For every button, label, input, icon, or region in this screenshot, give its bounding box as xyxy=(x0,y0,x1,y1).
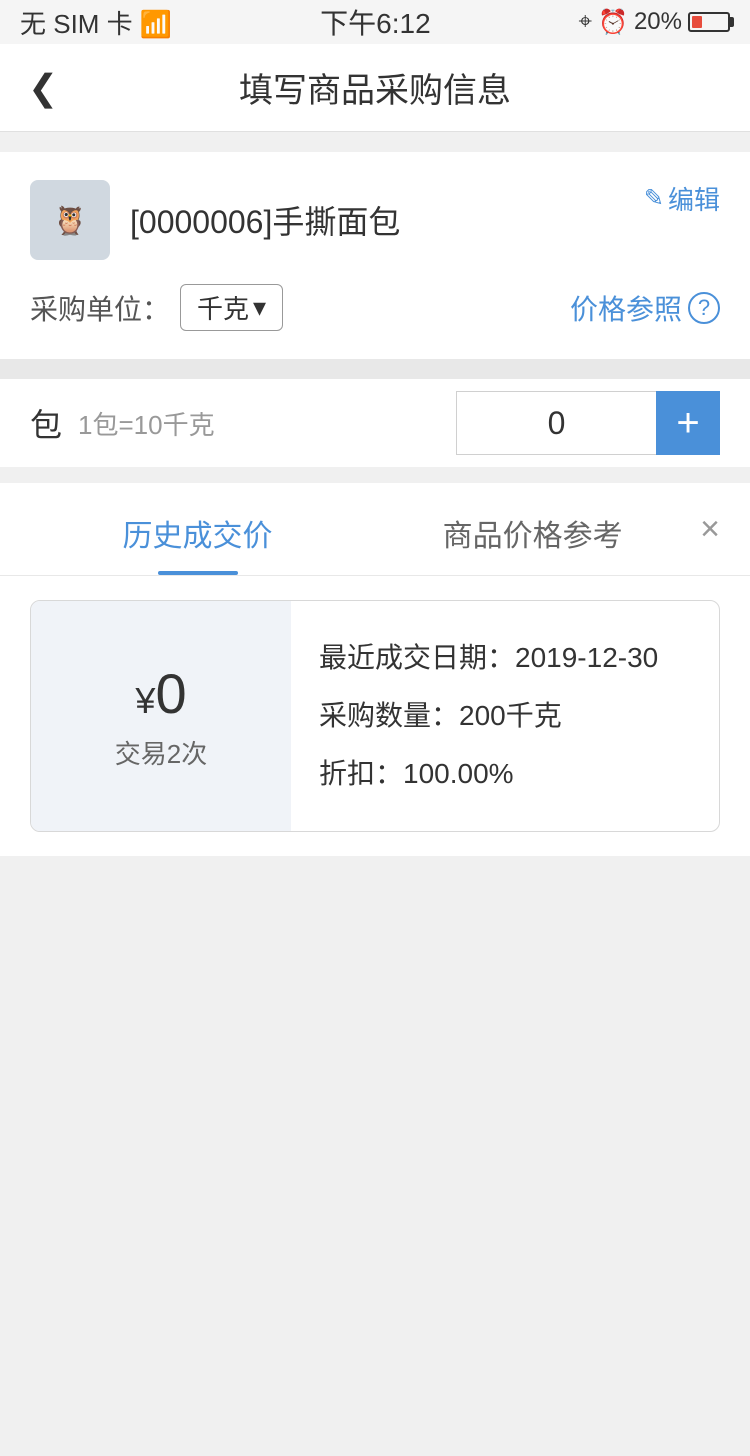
purchase-qty-label: 采购数量： xyxy=(319,700,459,731)
product-meta: 采购单位： 千克 ▾ 价格参照 ? xyxy=(30,284,720,331)
discount-label: 折扣： xyxy=(319,758,403,789)
tab-close-button[interactable]: × xyxy=(700,490,720,569)
status-bar: 无 SIM 卡 📶 下午6:12 ⌖ ⏰ 20% xyxy=(0,0,750,44)
qty-right: + xyxy=(456,391,720,455)
product-name-text: 手撕面包 xyxy=(272,204,400,240)
edit-label: 编辑 xyxy=(668,180,720,217)
edit-button[interactable]: ✎ 编辑 xyxy=(644,180,720,217)
close-icon: × xyxy=(700,510,720,548)
tab-history-price[interactable]: 历史成交价 xyxy=(30,483,365,575)
qty-conversion-label: 1包=10千克 xyxy=(78,405,215,442)
tab2-label: 商品价格参考 xyxy=(443,520,623,553)
history-detail-column: 最近成交日期：2019-12-30 采购数量：200千克 折扣：100.00% xyxy=(291,601,719,831)
recent-date-value: 2019-12-30 xyxy=(515,642,658,673)
alarm-icon: ⏰ xyxy=(598,8,628,37)
price-number: 0 xyxy=(155,662,186,725)
currency-symbol: ¥ xyxy=(135,680,155,721)
location-icon: ⌖ xyxy=(579,8,593,36)
qty-unit-label: 包 xyxy=(30,400,62,446)
product-code: [0000006] xyxy=(130,204,272,240)
trades-count: 交易2次 xyxy=(115,734,207,771)
main-background xyxy=(0,856,750,1456)
purchase-qty-value: 200千克 xyxy=(459,700,562,731)
discount-value: 100.00% xyxy=(403,758,514,789)
history-price-value: ¥0 xyxy=(135,661,186,726)
unit-row: 采购单位： 千克 ▾ xyxy=(30,284,283,331)
recent-date-label: 最近成交日期： xyxy=(319,642,515,673)
quantity-section: 包 1包=10千克 + xyxy=(0,379,750,467)
unit-selector[interactable]: 千克 ▾ xyxy=(180,284,283,331)
status-right-group: ⌖ ⏰ 20% xyxy=(579,8,730,37)
discount-row: 折扣：100.00% xyxy=(319,753,691,795)
unit-value: 千克 xyxy=(197,289,249,326)
product-section: 🦉 [0000006]手撕面包 ✎ 编辑 采购单位： 千克 ▾ 价格参照 ? xyxy=(0,152,750,359)
back-button[interactable]: ❮ xyxy=(28,67,58,109)
help-mark: ? xyxy=(698,295,710,321)
product-thumbnail: 🦉 xyxy=(30,180,110,260)
edit-icon: ✎ xyxy=(644,184,664,213)
dropdown-icon: ▾ xyxy=(253,292,266,323)
back-icon: ❮ xyxy=(28,67,58,108)
product-header: 🦉 [0000006]手撕面包 ✎ 编辑 xyxy=(30,180,720,260)
tabs-header: 历史成交价 商品价格参考 × xyxy=(0,483,750,576)
status-time: 下午6:12 xyxy=(320,2,431,42)
section-divider xyxy=(0,359,750,379)
page-title: 填写商品采购信息 xyxy=(239,63,511,112)
product-left: 🦉 [0000006]手撕面包 xyxy=(30,180,400,260)
price-reference-button[interactable]: 价格参照 ? xyxy=(570,288,720,328)
product-name: [0000006]手撕面包 xyxy=(130,197,400,243)
battery-percent: 20% xyxy=(634,8,682,36)
history-card: ¥0 交易2次 最近成交日期：2019-12-30 采购数量：200千克 折扣：… xyxy=(30,600,720,832)
qty-left: 包 1包=10千克 xyxy=(30,400,215,446)
history-content: ¥0 交易2次 最近成交日期：2019-12-30 采购数量：200千克 折扣：… xyxy=(0,576,750,856)
unit-label: 采购单位： xyxy=(30,288,170,328)
purchase-qty-row: 采购数量：200千克 xyxy=(319,695,691,737)
tabs-section: 历史成交价 商品价格参考 × ¥0 交易2次 最近成交日期：2019-12-30 xyxy=(0,483,750,856)
history-price-column: ¥0 交易2次 xyxy=(31,601,291,831)
recent-date-row: 最近成交日期：2019-12-30 xyxy=(319,637,691,679)
price-ref-label: 价格参照 xyxy=(570,288,682,328)
tab-product-price-ref[interactable]: 商品价格参考 xyxy=(365,483,700,575)
help-icon: ? xyxy=(688,292,720,324)
status-signal: 无 SIM 卡 📶 xyxy=(20,4,172,41)
tab1-label: 历史成交价 xyxy=(123,520,273,553)
plus-icon: + xyxy=(676,401,699,446)
battery-icon xyxy=(688,12,730,32)
nav-bar: ❮ 填写商品采购信息 xyxy=(0,44,750,132)
qty-input[interactable] xyxy=(456,391,656,455)
product-icon-glyph: 🦉 xyxy=(53,204,88,237)
qty-plus-button[interactable]: + xyxy=(656,391,720,455)
battery-fill xyxy=(692,16,702,28)
